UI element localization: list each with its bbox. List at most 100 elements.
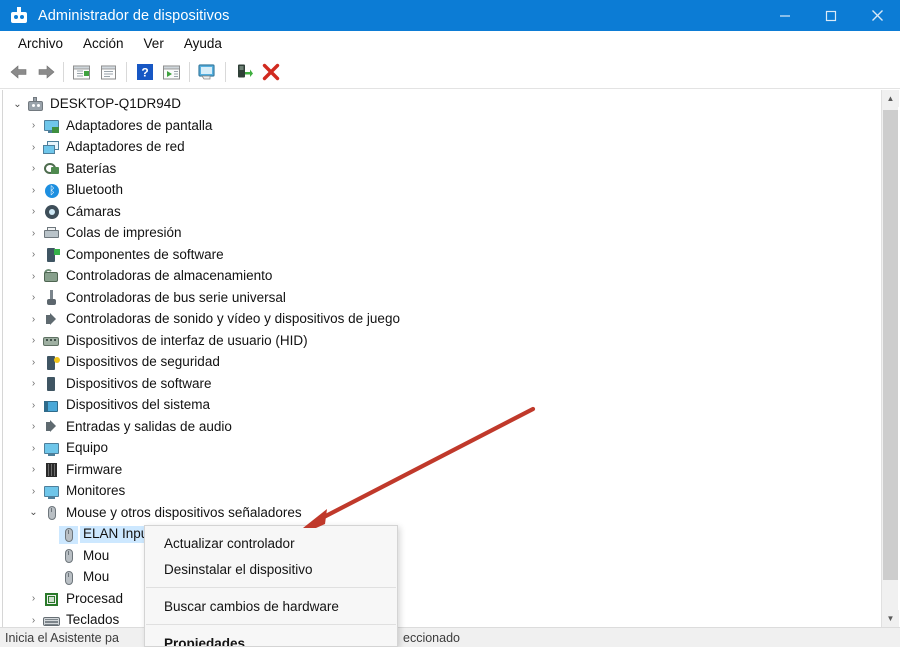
context-menu[interactable]: Actualizar controlador Desinstalar el di… xyxy=(144,525,398,647)
chevron-right-icon[interactable]: › xyxy=(25,465,42,475)
chevron-down-icon[interactable]: ⌄ xyxy=(25,508,42,518)
tree-row-network-adapters[interactable]: › Adaptadores de red xyxy=(3,137,873,159)
tree-item-label: Equipo xyxy=(66,440,109,456)
enable-device-button[interactable] xyxy=(230,59,257,85)
menu-ayuda[interactable]: Ayuda xyxy=(174,34,232,53)
display-adapter-icon xyxy=(42,117,61,135)
tree-row-sound-controllers[interactable]: › Controladoras de sonido y vídeo y disp… xyxy=(3,309,873,331)
software-component-icon xyxy=(42,246,61,264)
toolbar-separator-3 xyxy=(189,62,190,82)
tree-row-processors[interactable]: › Procesad xyxy=(3,589,873,611)
title-bar[interactable]: Administrador de dispositivos xyxy=(0,0,900,31)
close-button[interactable] xyxy=(854,0,900,31)
tree-row-firmware[interactable]: › Firmware xyxy=(3,460,873,482)
tree-item-label: Colas de impresión xyxy=(66,225,182,241)
tree-item-label: Procesad xyxy=(66,590,124,606)
tree-row-elan-input-device[interactable]: ELAN Input Device xyxy=(3,524,873,546)
status-text-right: eccionado xyxy=(403,630,460,645)
chevron-right-icon[interactable]: › xyxy=(25,250,42,260)
tree-item-label: Bluetooth xyxy=(66,182,124,198)
scan-hardware-changes-icon xyxy=(197,64,215,80)
tree-row-security-devices[interactable]: › Dispositivos de seguridad xyxy=(3,352,873,374)
chevron-right-icon[interactable]: › xyxy=(25,142,42,153)
chevron-right-icon[interactable]: › xyxy=(25,615,42,626)
device-manager-icon xyxy=(9,6,29,26)
properties-button[interactable] xyxy=(95,59,122,85)
chevron-right-icon[interactable]: › xyxy=(25,293,42,303)
context-menu-item-scan-hardware-changes[interactable]: Buscar cambios de hardware xyxy=(145,593,397,619)
tree-row-system-devices[interactable]: › Dispositivos del sistema xyxy=(3,395,873,417)
camera-icon xyxy=(42,203,61,221)
show-hide-console-tree-icon xyxy=(73,65,90,79)
tree-row-hid-devices[interactable]: › Dispositivos de interfaz de usuario (H… xyxy=(3,331,873,353)
scan-hardware-changes-button[interactable] xyxy=(194,59,221,85)
firmware-icon xyxy=(42,461,61,479)
tree-row-bluetooth[interactable]: › ᛒ Bluetooth xyxy=(3,180,873,202)
chevron-right-icon[interactable]: › xyxy=(25,443,42,454)
tree-row-usb-controllers[interactable]: › Controladoras de bus serie universal xyxy=(3,288,873,310)
menu-ver[interactable]: Ver xyxy=(134,34,174,53)
scrollbar-thumb[interactable] xyxy=(883,110,898,580)
tree-item-label: Cámaras xyxy=(66,203,121,219)
chevron-right-icon[interactable]: › xyxy=(25,207,42,217)
tree-row-monitors[interactable]: › Monitores xyxy=(3,481,873,503)
tree-item-label: Baterías xyxy=(66,160,117,176)
computer-icon xyxy=(26,96,45,114)
chevron-right-icon[interactable]: › xyxy=(25,336,42,346)
context-menu-item-uninstall-device[interactable]: Desinstalar el dispositivo xyxy=(145,556,397,582)
scroll-up-button[interactable]: ▲ xyxy=(882,90,899,107)
status-text-left: Inicia el Asistente pa xyxy=(5,630,119,645)
chevron-down-icon[interactable]: ⌄ xyxy=(9,99,26,110)
chevron-right-icon[interactable]: › xyxy=(25,486,42,497)
forward-button[interactable] xyxy=(32,59,59,85)
tree-row-computer[interactable]: › Equipo xyxy=(3,438,873,460)
enable-device-icon xyxy=(238,64,253,78)
back-button[interactable] xyxy=(5,59,32,85)
update-driver-button[interactable] xyxy=(158,59,185,85)
show-hide-console-tree-button[interactable] xyxy=(68,59,95,85)
menu-accion[interactable]: Acción xyxy=(73,34,134,53)
tree-row-print-queues[interactable]: › Colas de impresión xyxy=(3,223,873,245)
menu-archivo[interactable]: Archivo xyxy=(8,34,73,53)
tree-row-software-components[interactable]: › Componentes de software xyxy=(3,245,873,267)
mouse-icon xyxy=(59,569,78,587)
context-menu-item-properties[interactable]: Propiedades xyxy=(145,630,397,647)
tree-row-audio-io[interactable]: › Entradas y salidas de audio xyxy=(3,417,873,439)
tree-row-mouse-device-2[interactable]: Mou xyxy=(3,567,873,589)
tree-row-mouse-device-1[interactable]: Mou xyxy=(3,546,873,568)
chevron-right-icon[interactable]: › xyxy=(25,422,42,432)
tree-item-label: Mou xyxy=(83,547,110,563)
tree-item-label: Componentes de software xyxy=(66,246,224,262)
chevron-right-icon[interactable]: › xyxy=(25,400,42,411)
device-tree-panel[interactable]: ⌄ DESKTOP-Q1DR94D › Adaptadores de panta… xyxy=(2,90,898,627)
uninstall-device-button[interactable] xyxy=(257,59,284,85)
chevron-right-icon[interactable]: › xyxy=(25,164,42,174)
chevron-right-icon[interactable]: › xyxy=(25,379,42,389)
help-button[interactable]: ? xyxy=(131,59,158,85)
chevron-right-icon[interactable]: › xyxy=(25,228,42,239)
chevron-right-icon[interactable]: › xyxy=(25,271,42,282)
tree-row-software-devices[interactable]: › Dispositivos de software xyxy=(3,374,873,396)
tree-item-label: Dispositivos del sistema xyxy=(66,397,211,413)
vertical-scrollbar[interactable]: ▲ ▼ xyxy=(881,90,899,627)
software-device-icon xyxy=(42,375,61,393)
chevron-right-icon[interactable]: › xyxy=(25,185,42,196)
device-manager-window: Administrador de dispositivos Archivo Ac… xyxy=(0,0,900,647)
tree-row-root[interactable]: ⌄ DESKTOP-Q1DR94D xyxy=(3,94,873,116)
tree-row-cameras[interactable]: › Cámaras xyxy=(3,202,873,224)
minimize-icon xyxy=(780,14,790,17)
tree-row-keyboards[interactable]: › Teclados xyxy=(3,610,873,627)
system-device-icon xyxy=(42,397,61,415)
maximize-button[interactable] xyxy=(808,0,854,31)
minimize-button[interactable] xyxy=(762,0,808,31)
context-menu-item-update-driver[interactable]: Actualizar controlador xyxy=(145,530,397,556)
chevron-right-icon[interactable]: › xyxy=(25,594,42,604)
chevron-right-icon[interactable]: › xyxy=(25,357,42,368)
tree-row-batteries[interactable]: › Baterías xyxy=(3,159,873,181)
scroll-down-button[interactable]: ▼ xyxy=(882,610,899,627)
chevron-right-icon[interactable]: › xyxy=(25,314,42,325)
tree-row-storage-controllers[interactable]: › Controladoras de almacenamiento xyxy=(3,266,873,288)
chevron-right-icon[interactable]: › xyxy=(25,121,42,131)
tree-row-display-adapters[interactable]: › Adaptadores de pantalla xyxy=(3,116,873,138)
tree-row-mice-and-pointing-devices[interactable]: ⌄ Mouse y otros dispositivos señaladores xyxy=(3,503,873,525)
